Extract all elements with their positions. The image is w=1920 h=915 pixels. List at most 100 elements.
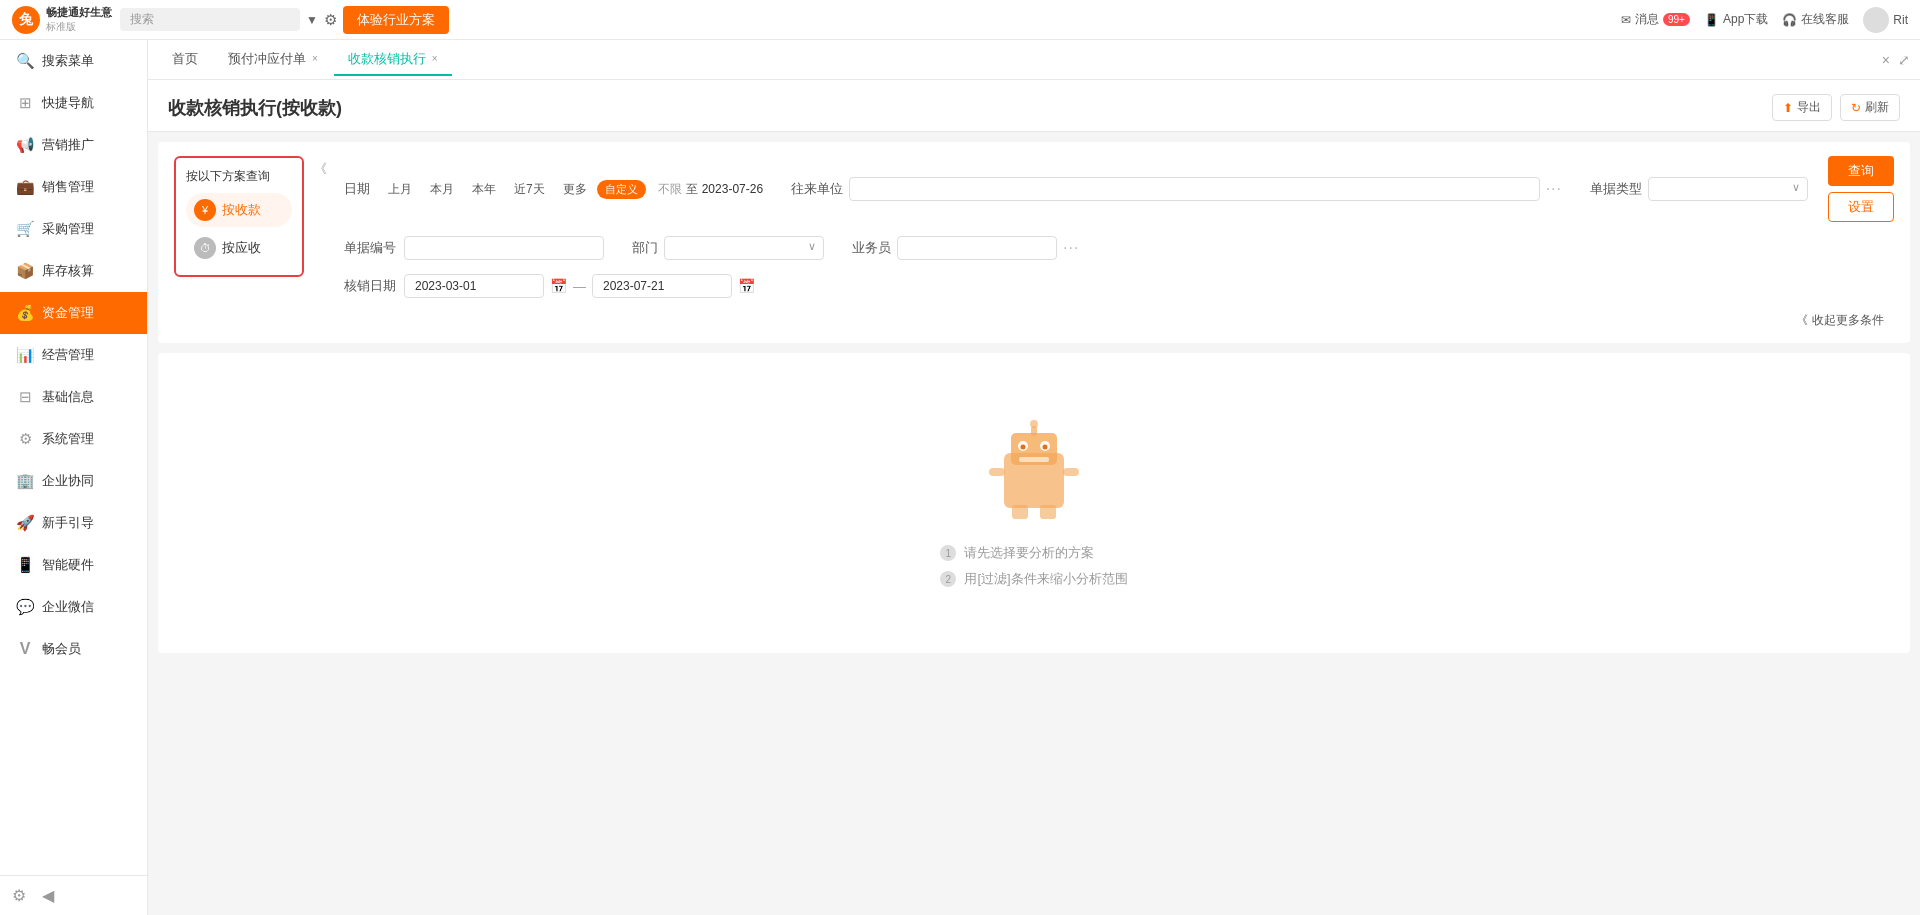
enterprise-icon: 🏢: [16, 472, 34, 490]
sidebar-item-quick-nav[interactable]: ⊞ 快捷导航: [0, 82, 147, 124]
sidebar-settings-icon[interactable]: ⚙: [12, 886, 26, 905]
collapse-left-arrow[interactable]: 《: [314, 160, 327, 178]
sidebar-label-biz: 经营管理: [42, 346, 94, 364]
dept-select[interactable]: [664, 236, 824, 260]
dept-label: 部门: [632, 239, 658, 257]
sidebar: 🔍 搜索菜单 ⊞ 快捷导航 📢 营销推广 💼 销售管理 🛒 采购管理 📦 库存核…: [0, 40, 148, 915]
message-badge: 99+: [1663, 13, 1690, 26]
sidebar-label-enterprise: 企业协同: [42, 472, 94, 490]
date-btn-this-year[interactable]: 本年: [464, 179, 504, 200]
industry-btn[interactable]: 体验行业方案: [343, 6, 449, 34]
refresh-icon: ↻: [1851, 101, 1861, 115]
empty-tip-1: 1 请先选择要分析的方案: [940, 544, 1127, 562]
sidebar-label-sales: 销售管理: [42, 178, 94, 196]
filter-panel-title: 按以下方案查询: [186, 168, 292, 185]
sidebar-item-member[interactable]: V 畅会员: [0, 628, 147, 670]
date-quick-btns: 上月 本月 本年 近7天 更多 自定义: [380, 179, 646, 200]
counterpart-input[interactable]: [849, 177, 1540, 201]
date-custom-badge[interactable]: 自定义: [597, 180, 646, 199]
counterpart-dots[interactable]: ···: [1546, 180, 1562, 198]
salesman-label: 业务员: [852, 239, 891, 257]
basic-icon: ⊟: [16, 388, 34, 406]
verify-end-calendar-icon[interactable]: 📅: [738, 278, 755, 294]
tab-receipt-label: 收款核销执行: [348, 50, 426, 68]
tab-maximize-btn[interactable]: ⤢: [1898, 52, 1910, 68]
sidebar-item-inventory[interactable]: 📦 库存核算: [0, 250, 147, 292]
dropdown-icon[interactable]: ▼: [306, 13, 318, 27]
online-service-item[interactable]: 🎧 在线客服: [1782, 11, 1849, 28]
app-download-icon: 📱: [1704, 13, 1719, 27]
sidebar-collapse-icon[interactable]: ◀: [42, 886, 54, 905]
sidebar-item-basic[interactable]: ⊟ 基础信息: [0, 376, 147, 418]
doc-type-select[interactable]: [1648, 177, 1808, 201]
refresh-btn[interactable]: ↻ 刷新: [1840, 94, 1900, 121]
sidebar-item-enterprise[interactable]: 🏢 企业协同: [0, 460, 147, 502]
svg-rect-10: [1063, 468, 1079, 476]
tab-prepaid-close[interactable]: ×: [312, 53, 318, 64]
tab-receipt-close[interactable]: ×: [432, 53, 438, 64]
sidebar-item-search-menu[interactable]: 🔍 搜索菜单: [0, 40, 147, 82]
sidebar-label-fund: 资金管理: [42, 304, 94, 322]
svg-rect-8: [1019, 457, 1049, 462]
biz-icon: 📊: [16, 346, 34, 364]
tab-prepaid-flush[interactable]: 预付冲应付单 ×: [214, 44, 332, 76]
date-btn-7days[interactable]: 近7天: [506, 179, 553, 200]
doc-type-label: 单据类型: [1590, 180, 1642, 198]
avatar: [1863, 7, 1889, 33]
sidebar-label-sys: 系统管理: [42, 430, 94, 448]
sidebar-item-beginner[interactable]: 🚀 新手引导: [0, 502, 147, 544]
app-download-item[interactable]: 📱 App下载: [1704, 11, 1768, 28]
sidebar-label-search-menu: 搜索菜单: [42, 52, 94, 70]
tab-prepaid-label: 预付冲应付单: [228, 50, 306, 68]
verify-end-input[interactable]: [592, 274, 732, 298]
top-bar: 兔 畅捷通好生意 标准版 搜索 ▼ ⚙ 体验行业方案 ✉ 消息 99+ 📱 Ap…: [0, 0, 1920, 40]
sidebar-item-sys[interactable]: ⚙ 系统管理: [0, 418, 147, 460]
receipt-option-icon: ¥: [194, 199, 216, 221]
member-icon: V: [16, 640, 34, 658]
filter-option-receivable[interactable]: ⏱ 按应收: [186, 231, 292, 265]
receivable-option-icon: ⏱: [194, 237, 216, 259]
doc-number-label: 单据编号: [344, 239, 396, 257]
sidebar-item-marketing[interactable]: 📢 营销推广: [0, 124, 147, 166]
date-btn-this-month[interactable]: 本月: [422, 179, 462, 200]
search-box[interactable]: 搜索: [120, 8, 300, 31]
collapse-more-row: 《 收起更多条件: [174, 308, 1894, 333]
tab-close-btn[interactable]: ×: [1882, 52, 1890, 68]
salesman-dots[interactable]: ···: [1063, 239, 1079, 257]
filter-option-receipt[interactable]: ¥ 按收款: [186, 193, 292, 227]
sidebar-label-beginner: 新手引导: [42, 514, 94, 532]
verify-start-input[interactable]: [404, 274, 544, 298]
sidebar-item-smart-hw[interactable]: 📱 智能硬件: [0, 544, 147, 586]
settings-btn[interactable]: 设置: [1828, 192, 1894, 222]
salesman-input[interactable]: [897, 236, 1057, 260]
date-label: 日期: [344, 180, 372, 198]
doc-number-input[interactable]: [404, 236, 604, 260]
export-btn[interactable]: ⬆ 导出: [1772, 94, 1832, 121]
user-area[interactable]: Rit: [1863, 7, 1908, 33]
counterpart-field: 往来单位 ···: [791, 177, 1562, 201]
tip1-text: 请先选择要分析的方案: [964, 544, 1094, 562]
counterpart-label: 往来单位: [791, 180, 843, 198]
collapse-more-btn[interactable]: 《 收起更多条件: [1786, 308, 1894, 333]
sidebar-item-corp-wechat[interactable]: 💬 企业微信: [0, 586, 147, 628]
fund-icon: 💰: [16, 304, 34, 322]
tab-home-label: 首页: [172, 50, 198, 68]
query-btn[interactable]: 查询: [1828, 156, 1894, 186]
filter-main-row: 按以下方案查询 ¥ 按收款 ⏱ 按应收 《: [174, 156, 1894, 298]
corp-wechat-icon: 💬: [16, 598, 34, 616]
app-logo: 兔: [12, 6, 40, 34]
sidebar-item-biz[interactable]: 📊 经营管理: [0, 334, 147, 376]
date-btn-more[interactable]: 更多: [555, 179, 595, 200]
verify-date-label: 核销日期: [344, 277, 396, 295]
sidebar-item-fund[interactable]: 💰 资金管理: [0, 292, 147, 334]
tab-home[interactable]: 首页: [158, 44, 212, 76]
top-bar-center: 搜索 ▼ ⚙ 体验行业方案: [120, 6, 1613, 34]
message-item[interactable]: ✉ 消息 99+: [1621, 11, 1690, 28]
date-btn-last-month[interactable]: 上月: [380, 179, 420, 200]
settings-icon[interactable]: ⚙: [324, 11, 337, 29]
sidebar-item-purchase[interactable]: 🛒 采购管理: [0, 208, 147, 250]
tab-receipt-verify[interactable]: 收款核销执行 ×: [334, 44, 452, 76]
sidebar-item-sales[interactable]: 💼 销售管理: [0, 166, 147, 208]
verify-start-calendar-icon[interactable]: 📅: [550, 278, 567, 294]
marketing-icon: 📢: [16, 136, 34, 154]
